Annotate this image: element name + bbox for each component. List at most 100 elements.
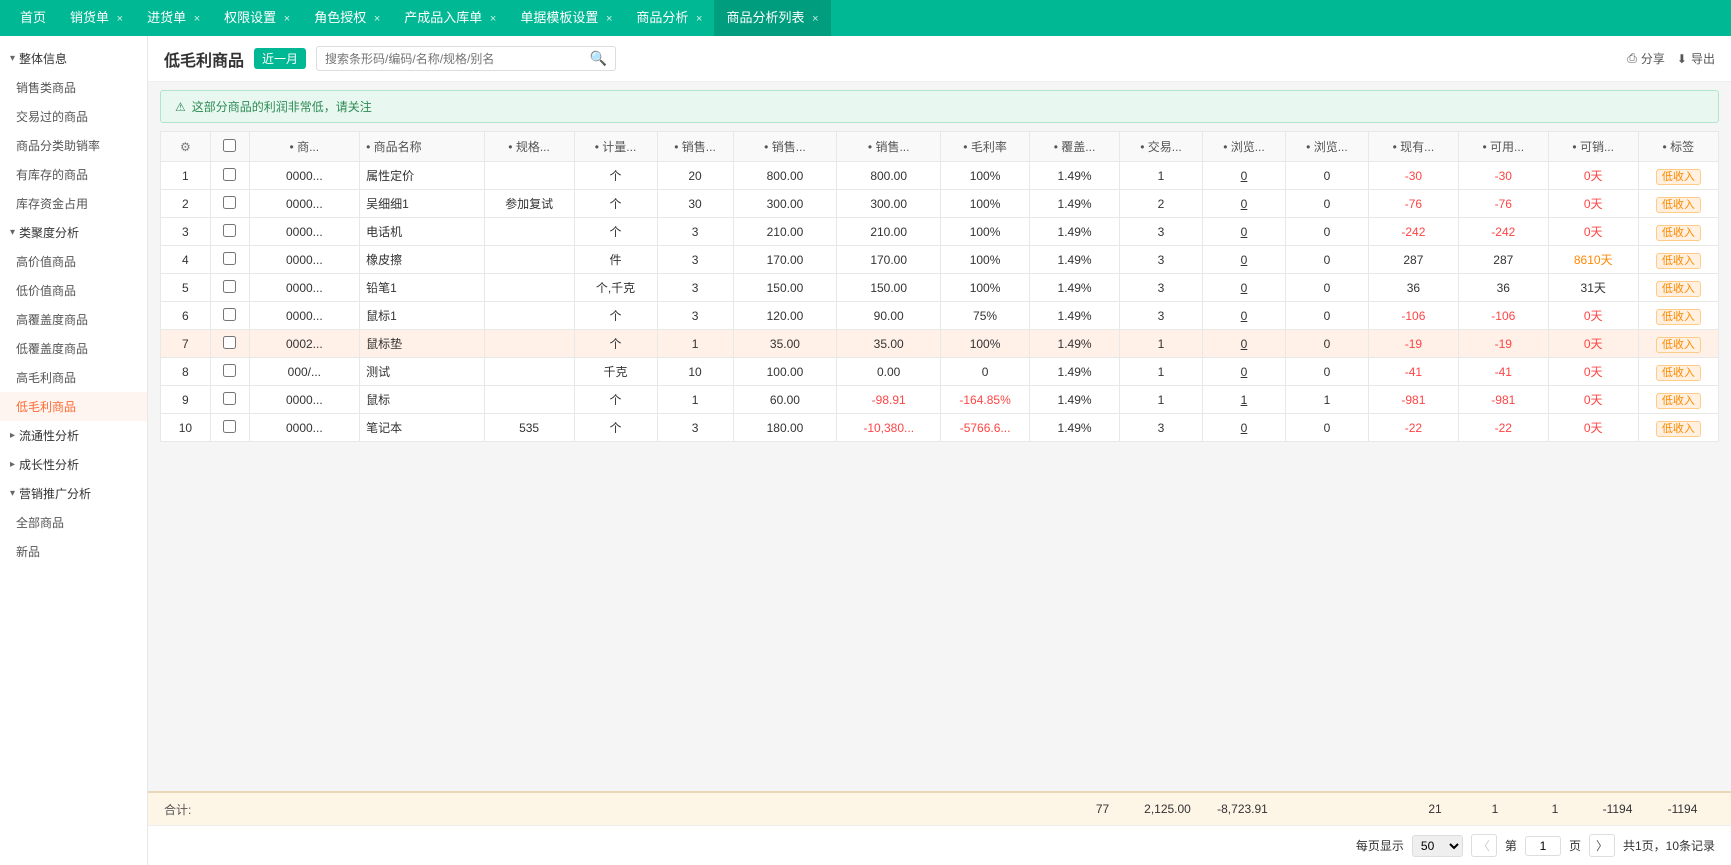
row-checkbox-cell[interactable] xyxy=(210,274,249,302)
sidebar-item-low-value[interactable]: 低价值商品 xyxy=(0,276,147,305)
row-browse1[interactable]: 0 xyxy=(1202,330,1285,358)
search-icon[interactable]: 🔍 xyxy=(590,50,607,67)
nav-permission[interactable]: 权限设置 × xyxy=(212,0,302,36)
close-icon[interactable]: × xyxy=(606,13,612,25)
row-checkbox-cell[interactable] xyxy=(210,162,249,190)
gross-rate-col-header[interactable]: • 毛利率 xyxy=(941,132,1030,162)
select-all-checkbox[interactable] xyxy=(223,139,236,152)
nav-purchase-order[interactable]: 进货单 × xyxy=(135,0,212,36)
row-num: 5 xyxy=(161,274,211,302)
name-col-header[interactable]: • 商品名称 xyxy=(360,132,484,162)
nav-home[interactable]: 首页 xyxy=(8,0,58,36)
search-input[interactable] xyxy=(325,52,590,66)
row-browse1[interactable]: 0 xyxy=(1202,162,1285,190)
close-icon[interactable]: × xyxy=(812,13,818,25)
close-icon[interactable]: × xyxy=(284,13,290,25)
row-checkbox[interactable] xyxy=(223,196,236,209)
sidebar-group-growth[interactable]: ▸ 成长性分析 xyxy=(0,450,147,479)
row-checkbox-cell[interactable] xyxy=(210,190,249,218)
row-browse1[interactable]: 0 xyxy=(1202,414,1285,442)
nav-analysis-list[interactable]: 商品分析列表 × xyxy=(714,0,830,36)
close-icon[interactable]: × xyxy=(117,13,123,25)
sales-col-header[interactable]: • 销售... xyxy=(837,132,941,162)
sidebar-item-high-coverage[interactable]: 高覆盖度商品 xyxy=(0,305,147,334)
row-checkbox[interactable] xyxy=(223,224,236,237)
date-tag-button[interactable]: 近一月 xyxy=(254,48,306,69)
share-button[interactable]: ⎙ 分享 xyxy=(1627,50,1665,67)
settings-icon[interactable]: ⚙ xyxy=(180,140,191,154)
browse1-col-header[interactable]: • 浏览... xyxy=(1202,132,1285,162)
price-col-header[interactable]: • 销售... xyxy=(733,132,837,162)
row-browse1[interactable]: 0 xyxy=(1202,302,1285,330)
row-browse1[interactable]: 1 xyxy=(1202,386,1285,414)
share-icon: ⎙ xyxy=(1627,51,1637,66)
row-checkbox-cell[interactable] xyxy=(210,386,249,414)
sidebar-item-sales-products[interactable]: 销售类商品 xyxy=(0,73,147,102)
nav-template-setting[interactable]: 单据模板设置 × xyxy=(508,0,624,36)
row-name: 属性定价 xyxy=(360,162,484,190)
sidebar-group-cluster[interactable]: ▾ 类聚度分析 xyxy=(0,218,147,247)
row-checkbox-cell[interactable] xyxy=(210,302,249,330)
row-checkbox[interactable] xyxy=(223,280,236,293)
sidebar-item-in-stock[interactable]: 有库存的商品 xyxy=(0,160,147,189)
next-page-button[interactable]: 〉 xyxy=(1589,834,1615,857)
row-browse1[interactable]: 0 xyxy=(1202,218,1285,246)
cover-rate-col-header[interactable]: • 覆盖... xyxy=(1030,132,1120,162)
per-page-select[interactable]: 50 100 200 xyxy=(1412,835,1463,857)
row-browse1[interactable]: 0 xyxy=(1202,358,1285,386)
close-icon[interactable]: × xyxy=(696,13,702,25)
nav-sales-order[interactable]: 销货单 × xyxy=(58,0,135,36)
close-icon[interactable]: × xyxy=(194,13,200,25)
sidebar-item-low-coverage[interactable]: 低覆盖度商品 xyxy=(0,334,147,363)
code-col-header[interactable]: • 商... xyxy=(249,132,360,162)
qty-col-header[interactable]: • 销售... xyxy=(657,132,733,162)
export-button[interactable]: ⬇ 导出 xyxy=(1677,50,1715,67)
row-browse1[interactable]: 0 xyxy=(1202,246,1285,274)
sale-stock-col-header[interactable]: • 可销... xyxy=(1548,132,1638,162)
row-checkbox-cell[interactable] xyxy=(210,358,249,386)
trade-col-header[interactable]: • 交易... xyxy=(1119,132,1202,162)
row-checkbox[interactable] xyxy=(223,364,236,377)
nav-role-auth[interactable]: 角色授权 × xyxy=(302,0,392,36)
page-header: 低毛利商品 近一月 🔍 ⎙ 分享 ⬇ 导出 xyxy=(148,36,1731,82)
close-icon[interactable]: × xyxy=(374,13,380,25)
avail-stock-col-header[interactable]: • 可用... xyxy=(1458,132,1548,162)
row-trade-count: 1 xyxy=(1119,358,1202,386)
sidebar-group-marketing[interactable]: ▾ 营销推广分析 xyxy=(0,479,147,508)
spec-col-header[interactable]: • 规格... xyxy=(484,132,574,162)
browse2-col-header[interactable]: • 浏览... xyxy=(1285,132,1368,162)
prev-page-button[interactable]: 〈 xyxy=(1471,834,1497,857)
row-price: 300.00 xyxy=(733,190,837,218)
sidebar-item-all-products[interactable]: 全部商品 xyxy=(0,508,147,537)
sidebar-group-circulation[interactable]: ▸ 流通性分析 xyxy=(0,421,147,450)
row-checkbox-cell[interactable] xyxy=(210,330,249,358)
top-navigation: 首页 销货单 × 进货单 × 权限设置 × 角色授权 × 产成品入库单 × 单据… xyxy=(0,0,1731,36)
row-checkbox[interactable] xyxy=(223,336,236,349)
row-checkbox[interactable] xyxy=(223,420,236,433)
tag-col-header[interactable]: • 标签 xyxy=(1638,132,1718,162)
row-checkbox-cell[interactable] xyxy=(210,246,249,274)
row-checkbox[interactable] xyxy=(223,252,236,265)
close-icon[interactable]: × xyxy=(490,13,496,25)
row-checkbox[interactable] xyxy=(223,308,236,321)
row-browse1[interactable]: 0 xyxy=(1202,190,1285,218)
sidebar-group-overall[interactable]: ▾ 整体信息 xyxy=(0,44,147,73)
sidebar-item-high-margin[interactable]: 高毛利商品 xyxy=(0,363,147,392)
nav-product-entry[interactable]: 产成品入库单 × xyxy=(392,0,508,36)
sidebar-item-stock-capital[interactable]: 库存资金占用 xyxy=(0,189,147,218)
sidebar-item-low-margin[interactable]: 低毛利商品 xyxy=(0,392,147,421)
unit-col-header[interactable]: • 计量... xyxy=(574,132,657,162)
sidebar-item-category-sales[interactable]: 商品分类助销率 xyxy=(0,131,147,160)
row-trade-count: 3 xyxy=(1119,414,1202,442)
row-browse1[interactable]: 0 xyxy=(1202,274,1285,302)
sidebar-item-traded-products[interactable]: 交易过的商品 xyxy=(0,102,147,131)
sidebar-item-new-products[interactable]: 新品 xyxy=(0,537,147,566)
nav-product-analysis[interactable]: 商品分析 × xyxy=(624,0,714,36)
page-number-input[interactable] xyxy=(1525,836,1561,856)
row-checkbox-cell[interactable] xyxy=(210,218,249,246)
current-stock-col-header[interactable]: • 现有... xyxy=(1368,132,1458,162)
row-checkbox-cell[interactable] xyxy=(210,414,249,442)
row-checkbox[interactable] xyxy=(223,168,236,181)
sidebar-item-high-value[interactable]: 高价值商品 xyxy=(0,247,147,276)
row-checkbox[interactable] xyxy=(223,392,236,405)
